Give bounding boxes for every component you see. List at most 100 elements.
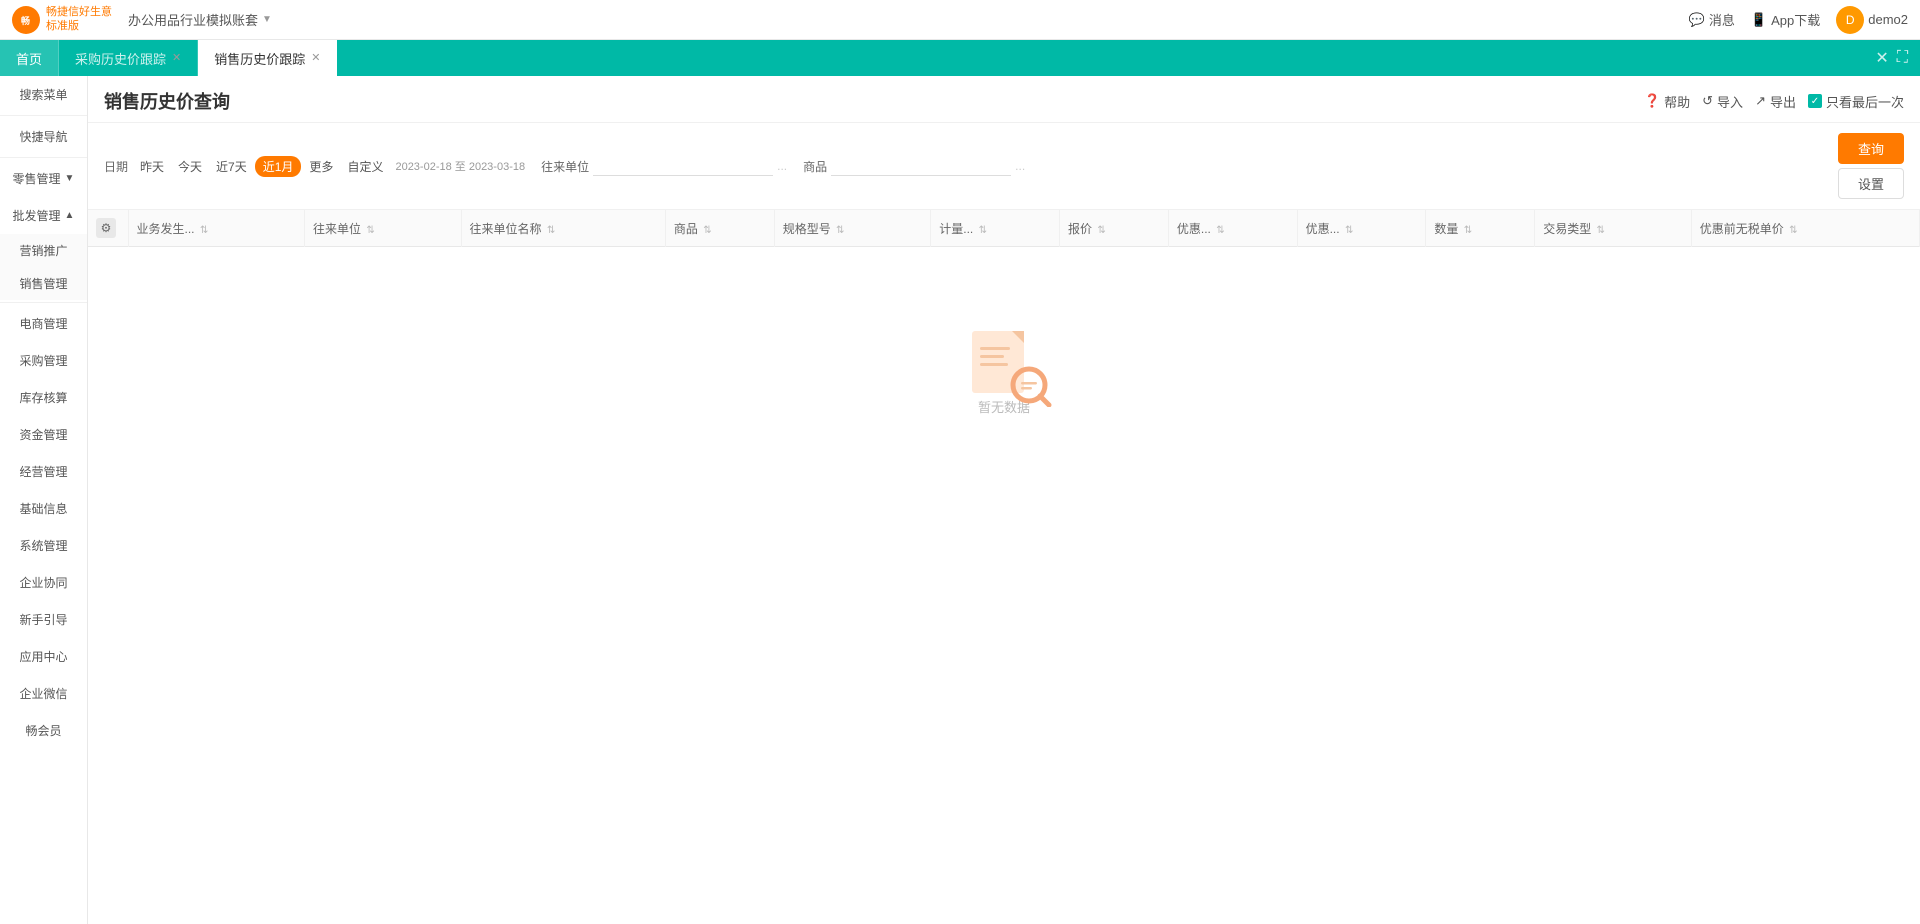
sidebar-item-app-center[interactable]: 应用中心 bbox=[0, 638, 87, 675]
tab-bar-actions: ✕ ⛶ bbox=[1875, 40, 1920, 76]
sidebar-subitem-sales-mgmt[interactable]: 销售管理 bbox=[0, 267, 87, 300]
only-last-label: 只看最后一次 bbox=[1826, 92, 1904, 111]
partner-name-sort-icon[interactable]: ⇅ bbox=[547, 225, 555, 236]
qty-label: 数量 bbox=[1434, 222, 1458, 236]
query-button[interactable]: 查询 bbox=[1838, 133, 1904, 164]
help-button[interactable]: ❓ 帮助 bbox=[1644, 92, 1690, 111]
tab-purchase-history[interactable]: 采购历史价跟踪 ✕ bbox=[59, 40, 198, 76]
content-area: 销售历史价查询 ❓ 帮助 ↺ 导入 ↗ 导出 ✓ 只看最后一次 bbox=[88, 76, 1920, 924]
logo-icon: 畅 bbox=[12, 6, 40, 34]
app-download-button[interactable]: 📱 App下载 bbox=[1751, 10, 1820, 29]
sidebar-item-ecom-mgmt[interactable]: 电商管理 bbox=[0, 305, 87, 342]
sidebar-item-inventory[interactable]: 库存核算 bbox=[0, 379, 87, 416]
settings-button[interactable]: 设置 bbox=[1838, 168, 1904, 199]
price-label: 报价 bbox=[1068, 222, 1092, 236]
sidebar-divider-2 bbox=[0, 157, 87, 158]
date-buttons: 昨天 今天 近7天 近1月 更多 自定义 bbox=[134, 156, 389, 177]
ops-mgmt-label: 经营管理 bbox=[19, 463, 67, 480]
sidebar-item-basic-info[interactable]: 基础信息 bbox=[0, 490, 87, 527]
gear-icon[interactable]: ⚙ bbox=[96, 218, 116, 238]
close-tab-icon[interactable]: ✕ bbox=[1875, 48, 1888, 68]
data-table: ⚙ 业务发生... ⇅ 往来单位 ⇅ 往来单位名称 ⇅ bbox=[88, 210, 1920, 247]
table-header-partner-name: 往来单位名称 ⇅ bbox=[461, 210, 665, 247]
sidebar-item-search-menu[interactable]: 搜索菜单 bbox=[0, 76, 87, 113]
price-sort-icon[interactable]: ⇅ bbox=[1097, 225, 1105, 236]
import-label: 导入 bbox=[1717, 92, 1743, 111]
discount2-sort-icon[interactable]: ⇅ bbox=[1345, 225, 1353, 236]
sidebar-item-finance[interactable]: 资金管理 bbox=[0, 416, 87, 453]
qty-sort-icon[interactable]: ⇅ bbox=[1464, 225, 1472, 236]
maximize-icon[interactable]: ⛶ bbox=[1897, 49, 1908, 67]
svg-text:畅: 畅 bbox=[21, 15, 30, 26]
purchase-history-close-icon[interactable]: ✕ bbox=[172, 53, 181, 64]
date-btn-today[interactable]: 今天 bbox=[172, 156, 208, 177]
pretax-price-label: 优惠前无税单价 bbox=[1700, 222, 1784, 236]
sidebar-subitem-marketing[interactable]: 营销推广 bbox=[0, 234, 87, 267]
sidebar-item-quick-nav[interactable]: 快捷导航 bbox=[0, 118, 87, 155]
goods-sort-icon[interactable]: ⇅ bbox=[703, 225, 711, 236]
avatar: D bbox=[1836, 6, 1864, 34]
sidebar-item-wholesale-mgmt[interactable]: 批发管理 ▲ bbox=[0, 197, 87, 234]
sidebar-item-enterprise-wechat[interactable]: 企业微信 bbox=[0, 675, 87, 712]
export-icon: ↗ bbox=[1755, 93, 1766, 109]
page-title: 销售历史价查询 bbox=[104, 88, 230, 114]
biz-date-sort-icon[interactable]: ⇅ bbox=[200, 225, 208, 236]
sales-history-close-icon[interactable]: ✕ bbox=[311, 53, 320, 64]
message-button[interactable]: 💬 消息 bbox=[1689, 10, 1735, 29]
empty-state: 暂无数据 bbox=[88, 247, 1920, 496]
retail-mgmt-label: 零售管理 bbox=[13, 170, 61, 187]
app-selector[interactable]: 办公用品行业模拟账套 ▼ bbox=[120, 10, 280, 29]
newbie-label: 新手引导 bbox=[19, 611, 67, 628]
page-actions: ❓ 帮助 ↺ 导入 ↗ 导出 ✓ 只看最后一次 bbox=[1644, 92, 1904, 111]
sidebar-item-system-mgmt[interactable]: 系统管理 bbox=[0, 527, 87, 564]
table-header-unit: 计量... ⇅ bbox=[931, 210, 1060, 247]
date-btn-yesterday[interactable]: 昨天 bbox=[134, 156, 170, 177]
sidebar-item-purchase-mgmt[interactable]: 采购管理 bbox=[0, 342, 87, 379]
sidebar-item-newbie[interactable]: 新手引导 bbox=[0, 601, 87, 638]
enterprise-label: 企业协同 bbox=[19, 574, 67, 591]
date-btn-7days[interactable]: 近7天 bbox=[210, 156, 253, 177]
main-layout: 搜索菜单 快捷导航 零售管理 ▼ 批发管理 ▲ 营销推广 销售管理 电商管理 采… bbox=[0, 76, 1920, 924]
table-header-gear[interactable]: ⚙ bbox=[88, 210, 128, 247]
import-button[interactable]: ↺ 导入 bbox=[1702, 92, 1743, 111]
sidebar-item-enterprise[interactable]: 企业协同 bbox=[0, 564, 87, 601]
goods-filter-input[interactable] bbox=[831, 157, 1011, 176]
partner-filter-label: 往来单位 bbox=[541, 158, 589, 175]
tab-home[interactable]: 首页 bbox=[0, 40, 59, 76]
discount1-sort-icon[interactable]: ⇅ bbox=[1216, 225, 1224, 236]
top-bar: 畅 畅捷信好生意 标准版 办公用品行业模拟账套 ▼ 💬 消息 📱 App下载 D… bbox=[0, 0, 1920, 40]
message-label: 消息 bbox=[1709, 10, 1735, 29]
home-tab-label: 首页 bbox=[16, 49, 42, 68]
app-download-label: App下载 bbox=[1771, 10, 1820, 29]
date-filter-group: 日期 昨天 今天 近7天 近1月 更多 自定义 2023-02-18 至 202… bbox=[104, 156, 525, 177]
sales-history-tab-label: 销售历史价跟踪 bbox=[214, 49, 305, 68]
partner-code-sort-icon[interactable]: ⇅ bbox=[366, 225, 374, 236]
date-btn-more[interactable]: 更多 bbox=[303, 156, 339, 177]
user-menu[interactable]: D demo2 bbox=[1836, 6, 1908, 34]
logo-area: 畅 畅捷信好生意 标准版 bbox=[12, 6, 112, 34]
help-label: 帮助 bbox=[1664, 92, 1690, 111]
date-btn-custom[interactable]: 自定义 bbox=[341, 156, 389, 177]
discount2-label: 优惠... bbox=[1306, 222, 1340, 236]
user-name: demo2 bbox=[1868, 12, 1908, 27]
date-btn-1month[interactable]: 近1月 bbox=[255, 156, 302, 177]
partner-filter-input[interactable] bbox=[593, 157, 773, 176]
trade-type-label: 交易类型 bbox=[1543, 222, 1591, 236]
tab-sales-history[interactable]: 销售历史价跟踪 ✕ bbox=[198, 40, 337, 76]
unit-sort-icon[interactable]: ⇅ bbox=[979, 225, 987, 236]
trade-type-sort-icon[interactable]: ⇅ bbox=[1597, 225, 1605, 236]
spec-sort-icon[interactable]: ⇅ bbox=[836, 225, 844, 236]
import-icon: ↺ bbox=[1702, 93, 1713, 109]
export-button[interactable]: ↗ 导出 bbox=[1755, 92, 1796, 111]
sidebar-item-retail-mgmt[interactable]: 零售管理 ▼ bbox=[0, 160, 87, 197]
sidebar-item-member[interactable]: 畅会员 bbox=[0, 712, 87, 749]
sidebar-item-ops-mgmt[interactable]: 经营管理 bbox=[0, 453, 87, 490]
only-last-checkbox[interactable]: ✓ 只看最后一次 bbox=[1808, 92, 1904, 111]
top-bar-left: 畅 畅捷信好生意 标准版 办公用品行业模拟账套 ▼ bbox=[12, 6, 280, 34]
wholesale-mgmt-arrow-icon: ▲ bbox=[65, 210, 75, 221]
action-buttons: 查询 设置 bbox=[1838, 133, 1904, 199]
discount1-label: 优惠... bbox=[1177, 222, 1211, 236]
table-header-trade-type: 交易类型 ⇅ bbox=[1535, 210, 1692, 247]
basic-info-label: 基础信息 bbox=[19, 500, 67, 517]
pretax-price-sort-icon[interactable]: ⇅ bbox=[1789, 225, 1797, 236]
